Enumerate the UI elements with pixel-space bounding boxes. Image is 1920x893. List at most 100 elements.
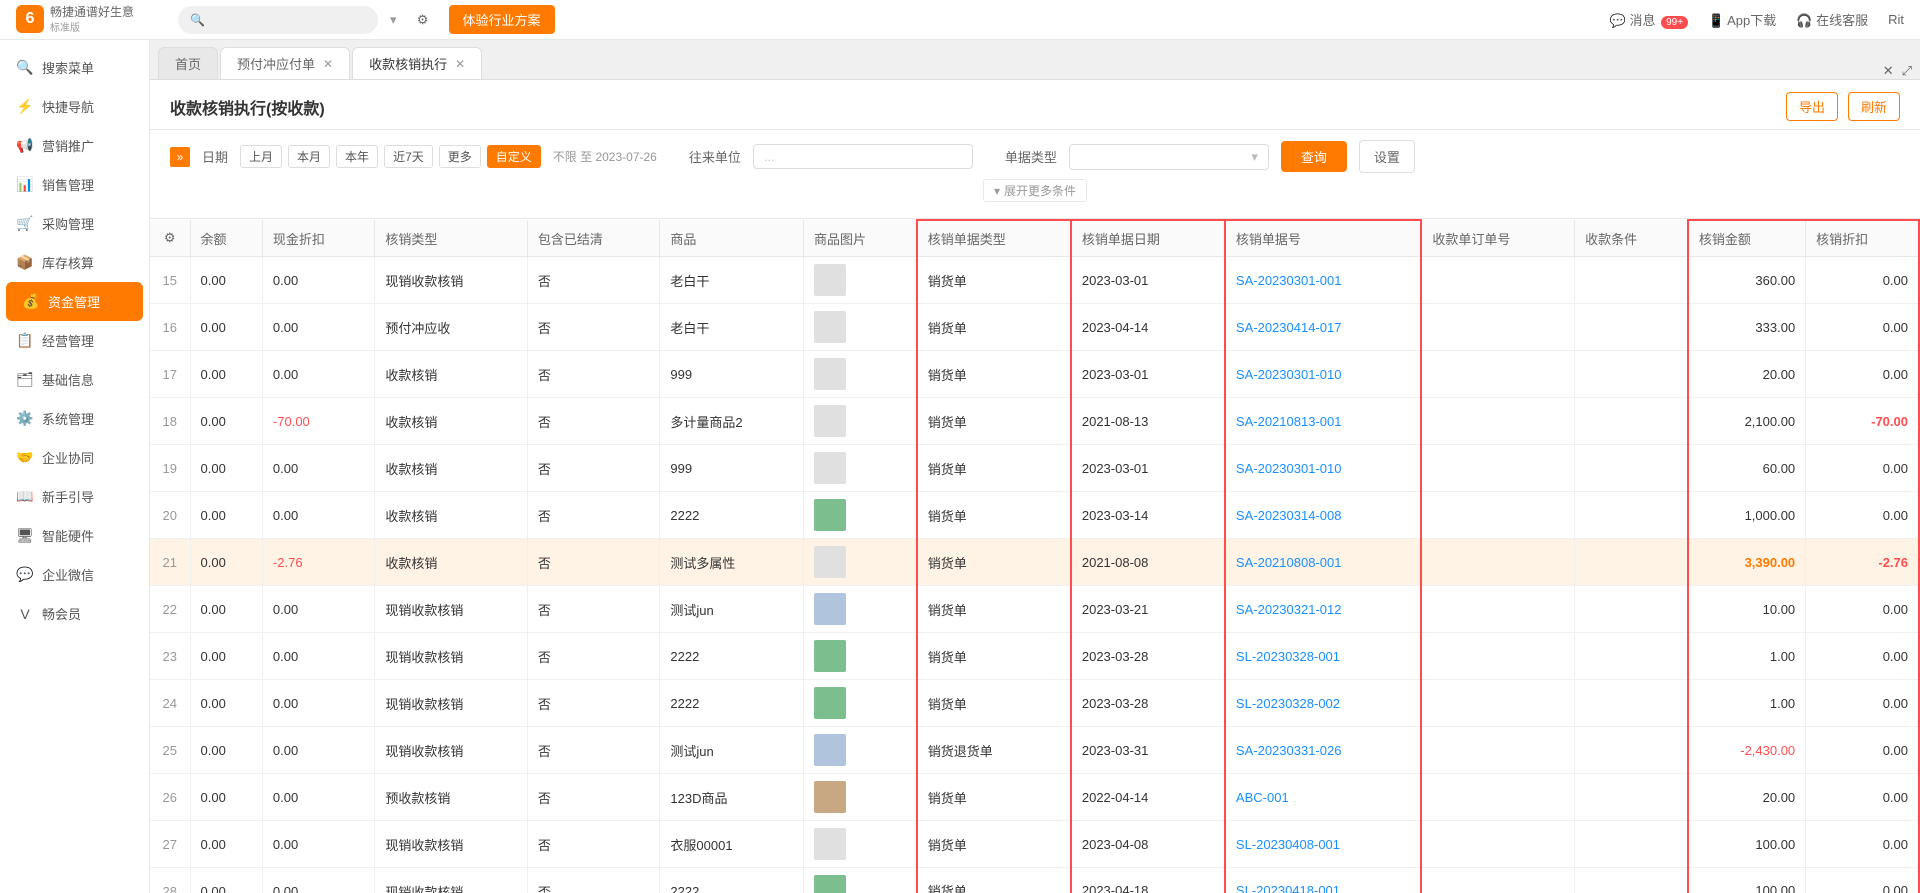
cell-cash-discount: 0.00 [262,680,374,727]
app-download-btn[interactable]: 📱 App下载 [1708,10,1776,29]
bill-no-link[interactable]: SL-20230408-001 [1236,837,1340,852]
bill-no-link[interactable]: SL-20230418-001 [1236,883,1340,893]
cell-bill-type: 销货单 [917,351,1071,398]
tab-home[interactable]: 首页 [158,47,218,79]
cell-balance: 0.00 [190,774,262,821]
message-btn[interactable]: 💬 消息 99+ [1610,10,1688,29]
chevron-down-icon[interactable]: ▾ [390,12,397,28]
tab-prepay[interactable]: 预付冲应付单 ✕ [220,47,350,79]
cell-receipt-condition [1575,445,1688,492]
table-body: 15 0.00 0.00 现销收款核销 否 老白干 销货单 2023-03-01… [150,257,1919,893]
date-btn-custom[interactable]: 自定义 [487,145,541,168]
bill-no-link[interactable]: SA-20230414-017 [1236,320,1342,335]
nav-icon: ⚡ [16,98,34,116]
cell-bill-no: SA-20210808-001 [1225,539,1421,586]
filter-row: » 日期 上月 本月 本年 近7天 更多 自定义 不限 至 2023-07-26… [170,140,1900,173]
cell-product: 老白干 [660,304,804,351]
tab-prepay-close[interactable]: ✕ [323,57,333,71]
bill-no-link[interactable]: SL-20230328-002 [1236,696,1340,711]
sidebar-item-search[interactable]: 🔍 搜索菜单 [0,48,149,87]
filter-settings-button[interactable]: 设置 [1359,140,1415,173]
sidebar-item-operations[interactable]: 📋 经营管理 [0,321,149,360]
bill-no-link[interactable]: SA-20210813-001 [1236,414,1342,429]
bill-no-link[interactable]: SA-20230301-001 [1236,273,1342,288]
bill-type-select[interactable]: ▾ [1069,144,1269,170]
date-btn-this-year[interactable]: 本年 [336,145,378,168]
sidebar-label-guide: 新手引导 [42,487,94,506]
search-icon: 🔍 [190,13,205,27]
sidebar-item-wechat[interactable]: 💬 企业微信 [0,555,149,594]
tab-writeoff[interactable]: 收款核销执行 ✕ [352,47,482,79]
cell-cash-discount: 0.00 [262,304,374,351]
sidebar-item-inventory[interactable]: 📦 库存核算 [0,243,149,282]
online-service-btn[interactable]: 🎧 在线客服 [1796,10,1868,29]
expand-more-btn[interactable]: ▾ 展开更多条件 [983,179,1087,202]
bill-no-link[interactable]: SA-20230314-008 [1236,508,1342,523]
cell-receipt-order-no [1421,727,1574,774]
cell-writeoff-discount: 0.00 [1806,445,1919,492]
guide-icon: 📖 [16,488,34,506]
sidebar-item-guide[interactable]: 📖 新手引导 [0,477,149,516]
cell-receipt-order-no [1421,633,1574,680]
filter-more-row: ▾ 展开更多条件 [170,173,1900,208]
table-row: 23 0.00 0.00 现销收款核销 否 2222 销货单 2023-03-2… [150,633,1919,680]
cell-include-settled: 否 [527,680,660,727]
sidebar-item-finance[interactable]: 💰 资金管理 [6,282,143,321]
sidebar-item-base-info[interactable]: 🗂 基础信息 [0,360,149,399]
wechat-icon: 💬 [16,566,34,584]
cell-cash-discount: -2.76 [262,539,374,586]
cell-cash-discount: 0.00 [262,727,374,774]
cell-product-image [804,727,917,774]
query-button[interactable]: 查询 [1281,141,1347,172]
cell-receipt-order-no [1421,586,1574,633]
bill-no-link[interactable]: SA-20210808-001 [1236,555,1342,570]
sidebar-item-marketing[interactable]: 📢 营销推广 [0,126,149,165]
cell-cash-discount: 0.00 [262,774,374,821]
export-button[interactable]: 导出 [1786,92,1838,121]
bill-no-link[interactable]: SL-20230328-001 [1236,649,1340,664]
sidebar-item-system[interactable]: ⚙️ 系统管理 [0,399,149,438]
logo-sub: 标准版 [50,19,134,34]
date-btn-7days[interactable]: 近7天 [384,145,433,168]
vip-icon: V [16,605,34,623]
cell-writeoff-discount: 0.00 [1806,821,1919,868]
bill-no-link[interactable]: SA-20230301-010 [1236,367,1342,382]
table-row: 19 0.00 0.00 收款核销 否 999 销货单 2023-03-01 S… [150,445,1919,492]
cell-product-image [804,445,917,492]
date-btn-more[interactable]: 更多 [439,145,481,168]
cell-bill-type: 销货单 [917,821,1071,868]
industry-btn[interactable]: 体验行业方案 [449,5,555,34]
cell-include-settled: 否 [527,868,660,893]
sidebar-label-system: 系统管理 [42,409,94,428]
sidebar-item-collab[interactable]: 🤝 企业协同 [0,438,149,477]
cell-row-num: 20 [150,492,190,539]
table-row: 15 0.00 0.00 现销收款核销 否 老白干 销货单 2023-03-01… [150,257,1919,304]
cell-bill-no: SA-20230301-010 [1225,445,1421,492]
cell-bill-no: SA-20230301-001 [1225,257,1421,304]
sidebar-item-sales[interactable]: 📊 销售管理 [0,165,149,204]
sidebar-item-purchase[interactable]: 🛒 采购管理 [0,204,149,243]
sidebar-item-vip[interactable]: V 畅会员 [0,594,149,633]
refresh-button[interactable]: 刷新 [1848,92,1900,121]
sidebar-item-hardware[interactable]: 🖥 智能硬件 [0,516,149,555]
filter-expand-btn[interactable]: » [170,147,190,167]
settings-icon[interactable]: ⚙ [409,6,437,34]
sidebar-item-nav[interactable]: ⚡ 快捷导航 [0,87,149,126]
cell-receipt-condition [1575,492,1688,539]
partner-input[interactable]: ... [753,144,973,169]
cell-bill-date: 2023-03-21 [1071,586,1225,633]
bill-no-link[interactable]: SA-20230331-026 [1236,743,1342,758]
bill-no-link[interactable]: SA-20230301-010 [1236,461,1342,476]
close-all-icon[interactable]: ✕ [1883,63,1894,79]
maximize-icon[interactable]: ⤢ [1902,63,1912,79]
top-search-box[interactable]: 🔍 [178,6,378,34]
date-btn-this-month[interactable]: 本月 [288,145,330,168]
date-btn-last-month[interactable]: 上月 [240,145,282,168]
table-row: 16 0.00 0.00 预付冲应收 否 老白干 销货单 2023-04-14 … [150,304,1919,351]
bill-no-link[interactable]: ABC-001 [1236,790,1289,805]
cell-writeoff-discount: 0.00 [1806,680,1919,727]
user-label[interactable]: Rit [1888,12,1904,27]
cell-receipt-order-no [1421,774,1574,821]
bill-no-link[interactable]: SA-20230321-012 [1236,602,1342,617]
tab-writeoff-close[interactable]: ✕ [455,57,465,71]
